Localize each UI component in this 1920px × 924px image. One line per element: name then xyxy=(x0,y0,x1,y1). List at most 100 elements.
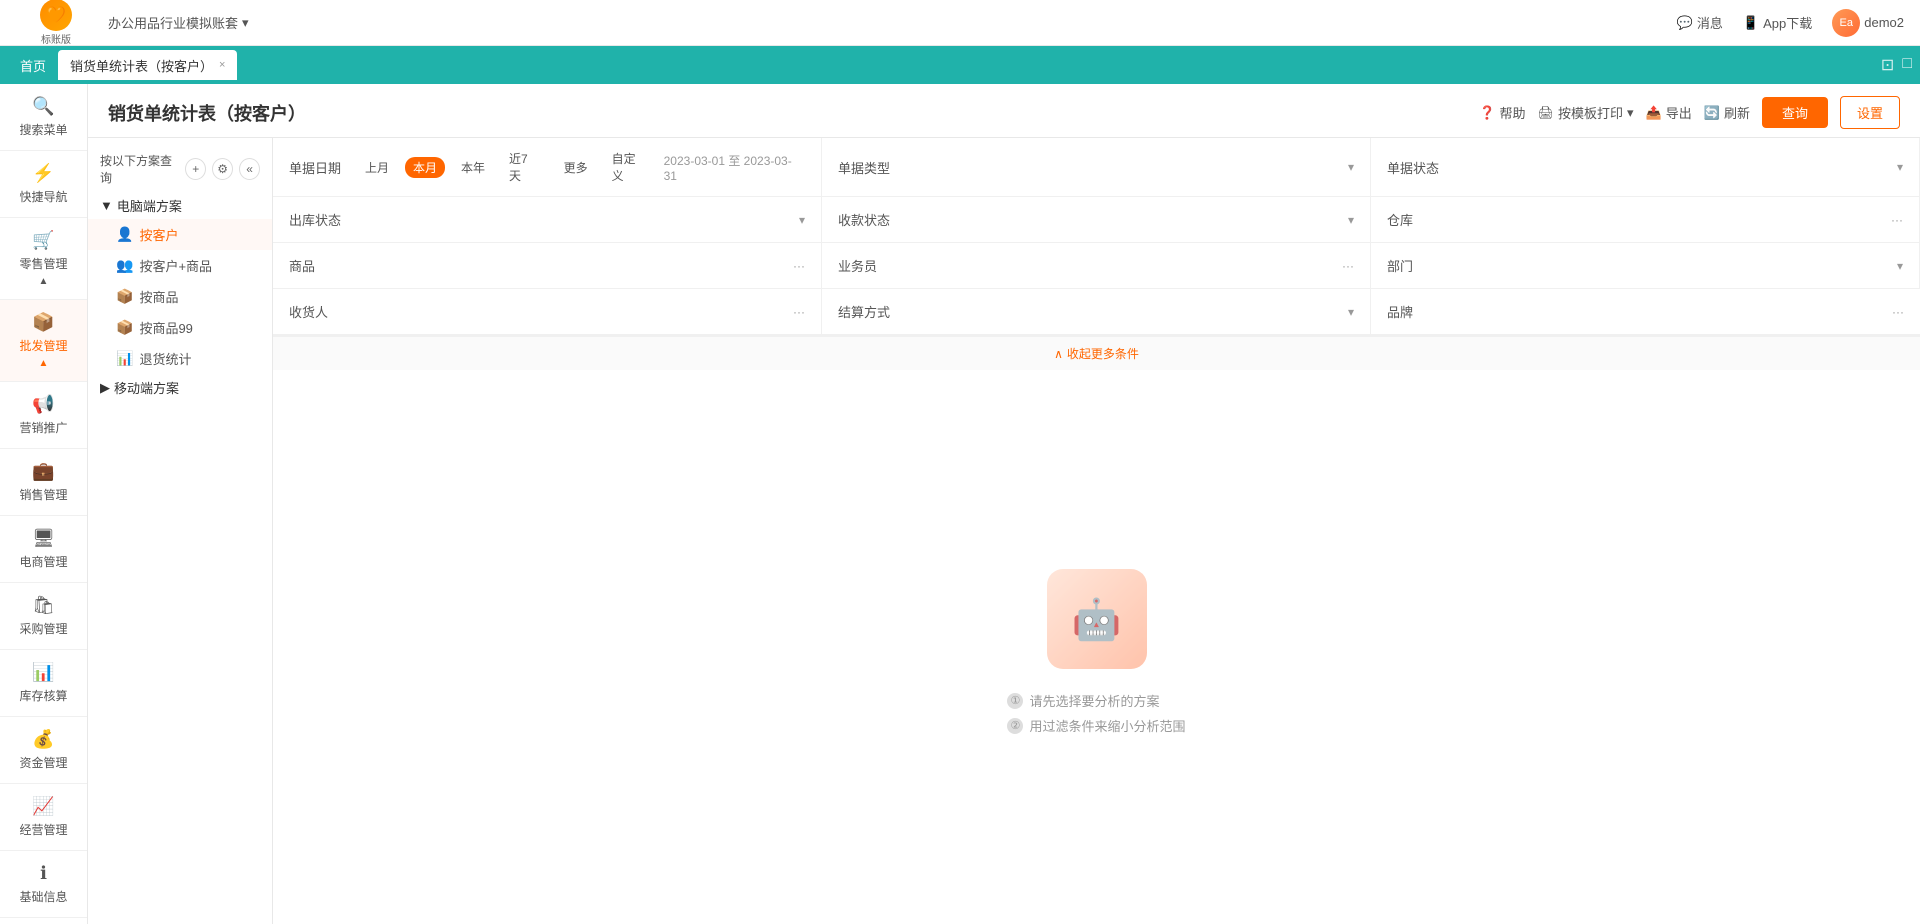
warehouse-more-icon[interactable]: ··· xyxy=(1891,213,1903,227)
user-profile[interactable]: Ea demo2 xyxy=(1832,9,1904,37)
scheme-item-by-customer-label: 按客户 xyxy=(139,225,178,244)
doc-type-dropdown-icon[interactable]: ▾ xyxy=(1348,160,1354,174)
date-tab-this-month[interactable]: 本月 xyxy=(405,157,445,178)
sidebar: 🔍 搜索菜单 ⚡ 快捷导航 🛒 零售管理 ▲ 📦 批发管理 ▲ 📢 营销推广 💼… xyxy=(0,84,88,924)
logo-icon: 🧡 xyxy=(40,0,72,31)
scheme-add-button[interactable]: + xyxy=(185,158,206,180)
marketing-icon: 📢 xyxy=(32,394,54,415)
wholesale-icon: 📦 xyxy=(32,312,54,333)
basic-info-icon: ℹ xyxy=(40,863,47,884)
filter-cell-goods: 商品 ··· xyxy=(273,243,822,289)
restore-icon[interactable]: ⊡ xyxy=(1881,55,1894,75)
sidebar-item-inventory[interactable]: 📊 库存核算 xyxy=(0,650,87,717)
sidebar-item-operations[interactable]: 📈 经营管理 xyxy=(0,784,87,851)
top-header: 🧡 标账版 办公用品行业模拟账套 ▾ 💬 消息 📱 App下载 Ea demo2 xyxy=(0,0,1920,46)
date-tab-more[interactable]: 更多 xyxy=(556,157,596,178)
scheme-item-return-stats[interactable]: 📊 退货统计 xyxy=(88,343,272,374)
sidebar-item-wholesale-label: 批发管理 xyxy=(19,337,67,354)
export-button[interactable]: 📤 导出 xyxy=(1646,103,1692,122)
salesperson-more-icon[interactable]: ··· xyxy=(1342,259,1354,273)
dropdown-icon: ▾ xyxy=(242,15,249,31)
filter-cell-brand: 品牌 ··· xyxy=(1371,289,1920,335)
date-tab-this-year[interactable]: 本年 xyxy=(453,157,493,178)
refresh-icon: 🔄 xyxy=(1704,105,1720,121)
scheme-settings-button[interactable]: ⚙ xyxy=(212,158,233,180)
finance-icon: 💰 xyxy=(32,729,54,750)
settlement-dropdown-icon[interactable]: ▾ xyxy=(1348,305,1354,319)
sidebar-item-wholesale[interactable]: 📦 批发管理 ▲ xyxy=(0,300,87,382)
wholesale-arrow-icon: ▲ xyxy=(39,358,49,369)
sidebar-item-quick-nav[interactable]: ⚡ 快捷导航 xyxy=(0,151,87,218)
avatar: Ea xyxy=(1832,9,1860,37)
tip-num-1: ① xyxy=(1007,693,1023,709)
settings-button[interactable]: 设置 xyxy=(1840,96,1900,129)
message-button[interactable]: 💬 消息 xyxy=(1677,13,1723,32)
export-label: 导出 xyxy=(1666,103,1692,122)
sidebar-item-system[interactable]: ⚙ 系统管理 xyxy=(0,918,87,924)
query-button[interactable]: 查询 xyxy=(1762,97,1828,128)
sidebar-item-sales[interactable]: 💼 销售管理 xyxy=(0,449,87,516)
scheme-item-by-goods99[interactable]: 📦 按商品99 xyxy=(88,312,272,343)
app-download-label: App下载 xyxy=(1763,13,1812,32)
sidebar-item-marketing[interactable]: 📢 营销推广 xyxy=(0,382,87,449)
tab-home[interactable]: 首页 xyxy=(8,50,58,80)
collapse-left-icon: « xyxy=(246,162,253,176)
app-name-text: 办公用品行业模拟账套 xyxy=(108,13,238,32)
sidebar-item-inventory-label: 库存核算 xyxy=(19,687,67,704)
scheme-group-desktop-title[interactable]: ▼ 电脑端方案 xyxy=(88,192,272,219)
collapse-label: 收起更多条件 xyxy=(1067,345,1139,362)
empty-illustration: 🤖 xyxy=(1047,569,1147,669)
help-button[interactable]: ❓ 帮助 xyxy=(1479,103,1525,122)
outbound-dropdown-icon[interactable]: ▾ xyxy=(799,213,805,227)
receiver-more-icon[interactable]: ··· xyxy=(793,305,805,319)
sidebar-item-ecommerce[interactable]: 🖥 电商管理 xyxy=(0,516,87,583)
scheme-group-mobile-title[interactable]: ▶ 移动端方案 xyxy=(88,374,272,401)
retail-arrow-icon: ▲ xyxy=(39,276,49,287)
department-dropdown-icon[interactable]: ▾ xyxy=(1897,259,1903,273)
salesperson-label: 业务员 xyxy=(838,256,898,275)
tab-bar: 首页 销货单统计表（按客户） × ⊡ □ xyxy=(0,46,1920,84)
brand-more-icon[interactable]: ··· xyxy=(1892,305,1904,319)
date-tab-7days[interactable]: 近7天 xyxy=(501,148,548,186)
tip-num-2: ② xyxy=(1007,718,1023,734)
sidebar-item-basic-info[interactable]: ℹ 基础信息 xyxy=(0,851,87,918)
goods-more-icon[interactable]: ··· xyxy=(793,259,805,273)
print-icon: 🖨 xyxy=(1538,105,1555,121)
tab-statistics[interactable]: 销货单统计表（按客户） × xyxy=(58,50,237,80)
maximize-icon[interactable]: □ xyxy=(1902,55,1912,75)
doc-status-label: 单据状态 xyxy=(1387,158,1447,177)
scheme-item-return-stats-label: 退货统计 xyxy=(139,349,191,368)
filter-cell-doc-type: 单据类型 ▾ xyxy=(822,138,1371,197)
sidebar-item-purchase-label: 采购管理 xyxy=(19,620,67,637)
scheme-panel: 按以下方案查询 + ⚙ « ▼ 电脑端方案 xyxy=(88,138,273,924)
collapse-bar[interactable]: ∧ 收起更多条件 xyxy=(273,336,1920,370)
sidebar-item-retail[interactable]: 🛒 零售管理 ▲ xyxy=(0,218,87,300)
sidebar-item-finance[interactable]: 💰 资金管理 xyxy=(0,717,87,784)
sidebar-item-marketing-label: 营销推广 xyxy=(19,419,67,436)
scheme-item-by-customer[interactable]: 👤 按客户 xyxy=(88,219,272,250)
help-icon: ❓ xyxy=(1479,105,1495,121)
date-tab-last-month[interactable]: 上月 xyxy=(357,157,397,178)
message-label: 消息 xyxy=(1697,13,1723,32)
template-print-button[interactable]: 🖨 按模板打印 ▾ xyxy=(1538,103,1634,122)
filter-cell-warehouse: 仓库 ··· xyxy=(1371,197,1920,243)
scheme-item-by-goods[interactable]: 📦 按商品 xyxy=(88,281,272,312)
brand-label: 品牌 xyxy=(1387,302,1447,321)
app-name-dropdown[interactable]: 办公用品行业模拟账套 ▾ xyxy=(108,13,249,32)
doc-status-dropdown-icon[interactable]: ▾ xyxy=(1897,160,1903,174)
scheme-collapse-button[interactable]: « xyxy=(239,158,260,180)
scheme-item-by-customer-goods[interactable]: 👥 按客户+商品 xyxy=(88,250,272,281)
sidebar-item-purchase[interactable]: 🛍 采购管理 xyxy=(0,583,87,650)
refresh-button[interactable]: 🔄 刷新 xyxy=(1704,103,1750,122)
tab-close-icon[interactable]: × xyxy=(219,59,225,71)
scheme-panel-header: 按以下方案查询 + ⚙ « xyxy=(88,146,272,192)
goods-label: 商品 xyxy=(289,256,349,275)
date-tab-custom[interactable]: 自定义 xyxy=(604,148,656,186)
template-print-label: 按模板打印 xyxy=(1558,103,1623,122)
app-download-button[interactable]: 📱 App下载 xyxy=(1743,13,1812,32)
filter-cell-doc-status: 单据状态 ▾ xyxy=(1371,138,1920,197)
receipt-dropdown-icon[interactable]: ▾ xyxy=(1348,213,1354,227)
sidebar-item-search[interactable]: 🔍 搜索菜单 xyxy=(0,84,87,151)
sidebar-item-finance-label: 资金管理 xyxy=(19,754,67,771)
settlement-label: 结算方式 xyxy=(838,302,898,321)
